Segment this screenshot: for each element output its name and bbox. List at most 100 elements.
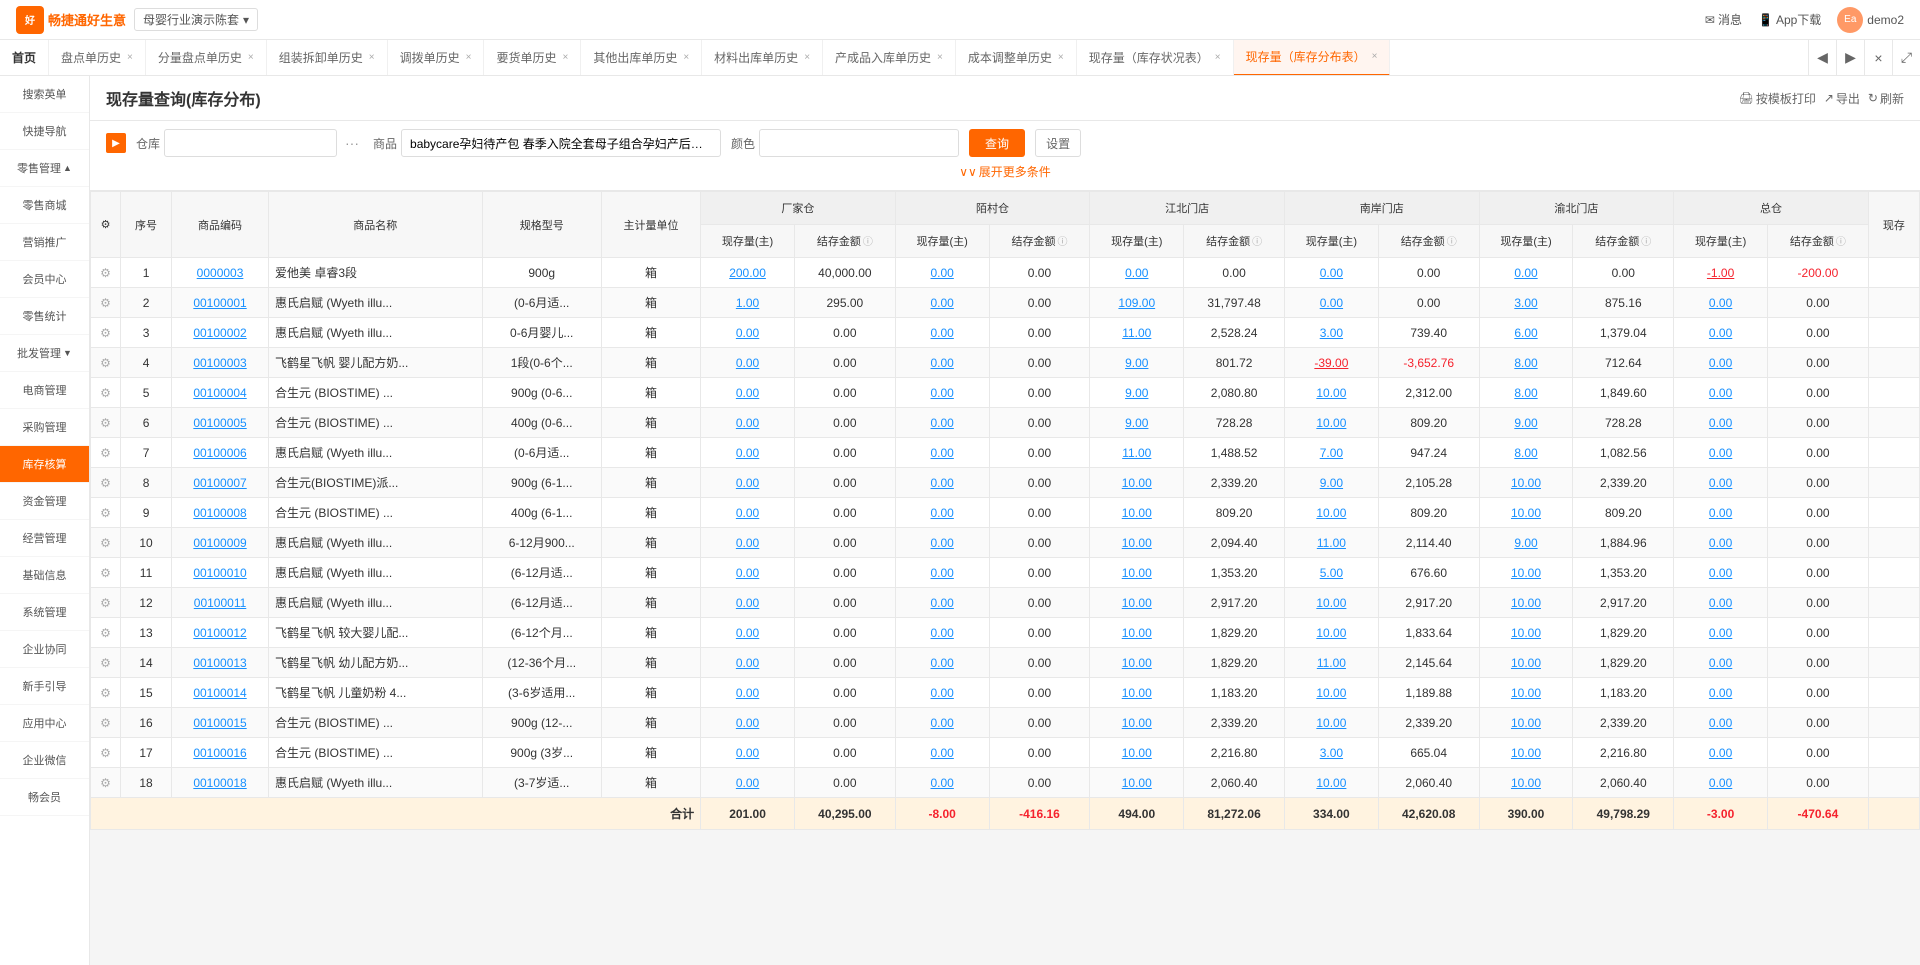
code-cell[interactable]: 00100012 bbox=[172, 618, 269, 648]
gear-cell[interactable]: ⚙ bbox=[91, 588, 121, 618]
f-qty-cell[interactable]: 0.00 bbox=[701, 468, 795, 498]
code-cell[interactable]: 00100013 bbox=[172, 648, 269, 678]
nb-qty-cell[interactable]: 3.00 bbox=[1284, 318, 1378, 348]
gear-cell[interactable]: ⚙ bbox=[91, 618, 121, 648]
goods-input[interactable] bbox=[401, 129, 721, 157]
tab-8[interactable]: 产成品入库单历史 × bbox=[823, 40, 956, 76]
jb-qty-cell[interactable]: 11.00 bbox=[1090, 438, 1184, 468]
f-qty-cell[interactable]: 0.00 bbox=[701, 318, 795, 348]
yb-qty-cell[interactable]: 9.00 bbox=[1479, 528, 1573, 558]
code-cell[interactable]: 00100004 bbox=[172, 378, 269, 408]
sidebar-item-member2[interactable]: 畅会员 bbox=[0, 779, 89, 816]
yb-qty-cell[interactable]: 8.00 bbox=[1479, 438, 1573, 468]
nav-expand-btn[interactable]: ⤢ bbox=[1892, 40, 1920, 76]
f-qty-cell[interactable]: 0.00 bbox=[701, 378, 795, 408]
yb-qty-cell[interactable]: 10.00 bbox=[1479, 498, 1573, 528]
close-icon[interactable]: × bbox=[937, 52, 943, 63]
yb-qty-cell[interactable]: 9.00 bbox=[1479, 408, 1573, 438]
jb-qty-cell[interactable]: 10.00 bbox=[1090, 768, 1184, 798]
yb-qty-cell[interactable]: 10.00 bbox=[1479, 648, 1573, 678]
gear-cell[interactable]: ⚙ bbox=[91, 498, 121, 528]
gear-cell[interactable]: ⚙ bbox=[91, 378, 121, 408]
total-qty-cell[interactable]: 0.00 bbox=[1674, 318, 1768, 348]
jb-qty-cell[interactable]: 10.00 bbox=[1090, 528, 1184, 558]
code-cell[interactable]: 0000003 bbox=[172, 258, 269, 288]
m-qty-cell[interactable]: 0.00 bbox=[895, 768, 989, 798]
total-qty-cell[interactable]: 0.00 bbox=[1674, 618, 1768, 648]
jb-qty-cell[interactable]: 10.00 bbox=[1090, 618, 1184, 648]
m-qty-cell[interactable]: 0.00 bbox=[895, 258, 989, 288]
total-qty-cell[interactable]: 0.00 bbox=[1674, 348, 1768, 378]
code-cell[interactable]: 00100005 bbox=[172, 408, 269, 438]
gear-cell[interactable]: ⚙ bbox=[91, 318, 121, 348]
total-qty-cell[interactable]: 0.00 bbox=[1674, 738, 1768, 768]
tab-3[interactable]: 组装拆卸单历史 × bbox=[267, 40, 388, 76]
gear-cell[interactable]: ⚙ bbox=[91, 708, 121, 738]
jb-qty-cell[interactable]: 10.00 bbox=[1090, 468, 1184, 498]
code-cell[interactable]: 00100011 bbox=[172, 588, 269, 618]
yb-qty-cell[interactable]: 8.00 bbox=[1479, 348, 1573, 378]
gear-cell[interactable]: ⚙ bbox=[91, 738, 121, 768]
m-qty-cell[interactable]: 0.00 bbox=[895, 738, 989, 768]
code-cell[interactable]: 00100001 bbox=[172, 288, 269, 318]
close-icon[interactable]: × bbox=[127, 52, 133, 63]
total-qty-cell[interactable]: 0.00 bbox=[1674, 498, 1768, 528]
code-cell[interactable]: 00100015 bbox=[172, 708, 269, 738]
jb-qty-cell[interactable]: 0.00 bbox=[1090, 258, 1184, 288]
f-qty-cell[interactable]: 200.00 bbox=[701, 258, 795, 288]
m-qty-cell[interactable]: 0.00 bbox=[895, 588, 989, 618]
f-qty-cell[interactable]: 0.00 bbox=[701, 738, 795, 768]
yb-qty-cell[interactable]: 10.00 bbox=[1479, 738, 1573, 768]
nb-qty-cell[interactable]: 10.00 bbox=[1284, 768, 1378, 798]
code-cell[interactable]: 00100009 bbox=[172, 528, 269, 558]
jb-qty-cell[interactable]: 10.00 bbox=[1090, 738, 1184, 768]
f-qty-cell[interactable]: 0.00 bbox=[701, 588, 795, 618]
app-download-btn[interactable]: 📱 App下载 bbox=[1758, 11, 1821, 28]
yb-qty-cell[interactable]: 8.00 bbox=[1479, 378, 1573, 408]
nb-qty-cell[interactable]: 5.00 bbox=[1284, 558, 1378, 588]
close-icon[interactable]: × bbox=[1215, 52, 1221, 63]
jb-qty-cell[interactable]: 11.00 bbox=[1090, 318, 1184, 348]
sidebar-item-wechat[interactable]: 企业微信 bbox=[0, 742, 89, 779]
code-cell[interactable]: 00100008 bbox=[172, 498, 269, 528]
f-qty-cell[interactable]: 0.00 bbox=[701, 648, 795, 678]
gear-cell[interactable]: ⚙ bbox=[91, 348, 121, 378]
f-qty-cell[interactable]: 0.00 bbox=[701, 708, 795, 738]
close-icon[interactable]: × bbox=[466, 52, 472, 63]
tab-1[interactable]: 盘点单历史 × bbox=[49, 40, 146, 76]
jb-qty-cell[interactable]: 9.00 bbox=[1090, 348, 1184, 378]
yb-qty-cell[interactable]: 0.00 bbox=[1479, 258, 1573, 288]
tab-2[interactable]: 分量盘点单历史 × bbox=[146, 40, 267, 76]
gear-cell[interactable]: ⚙ bbox=[91, 468, 121, 498]
expand-conditions-btn[interactable]: ∨∨ 展开更多条件 bbox=[959, 163, 1051, 180]
total-qty-cell[interactable]: 0.00 bbox=[1674, 438, 1768, 468]
tab-6[interactable]: 其他出库单历史 × bbox=[581, 40, 702, 76]
yb-qty-cell[interactable]: 10.00 bbox=[1479, 678, 1573, 708]
nb-qty-cell[interactable]: 9.00 bbox=[1284, 468, 1378, 498]
m-qty-cell[interactable]: 0.00 bbox=[895, 288, 989, 318]
m-qty-cell[interactable]: 0.00 bbox=[895, 318, 989, 348]
nb-qty-cell[interactable]: 11.00 bbox=[1284, 528, 1378, 558]
sidebar-item-basic[interactable]: 基础信息 bbox=[0, 557, 89, 594]
code-cell[interactable]: 00100014 bbox=[172, 678, 269, 708]
f-qty-cell[interactable]: 1.00 bbox=[701, 288, 795, 318]
total-qty-cell[interactable]: 0.00 bbox=[1674, 768, 1768, 798]
color-input[interactable] bbox=[759, 129, 959, 157]
m-qty-cell[interactable]: 0.00 bbox=[895, 498, 989, 528]
m-qty-cell[interactable]: 0.00 bbox=[895, 648, 989, 678]
jb-qty-cell[interactable]: 10.00 bbox=[1090, 498, 1184, 528]
nb-qty-cell[interactable]: 10.00 bbox=[1284, 378, 1378, 408]
warehouse-dots-btn[interactable]: ··· bbox=[341, 135, 363, 151]
total-qty-cell[interactable]: 0.00 bbox=[1674, 408, 1768, 438]
f-qty-cell[interactable]: 0.00 bbox=[701, 438, 795, 468]
yb-qty-cell[interactable]: 10.00 bbox=[1479, 618, 1573, 648]
nb-qty-cell[interactable]: 11.00 bbox=[1284, 648, 1378, 678]
yb-qty-cell[interactable]: 10.00 bbox=[1479, 768, 1573, 798]
jb-qty-cell[interactable]: 10.00 bbox=[1090, 558, 1184, 588]
m-qty-cell[interactable]: 0.00 bbox=[895, 618, 989, 648]
search-button[interactable]: 查询 bbox=[969, 129, 1025, 157]
close-icon[interactable]: × bbox=[369, 52, 375, 63]
f-qty-cell[interactable]: 0.00 bbox=[701, 528, 795, 558]
total-qty-cell[interactable]: 0.00 bbox=[1674, 588, 1768, 618]
gear-cell[interactable]: ⚙ bbox=[91, 558, 121, 588]
